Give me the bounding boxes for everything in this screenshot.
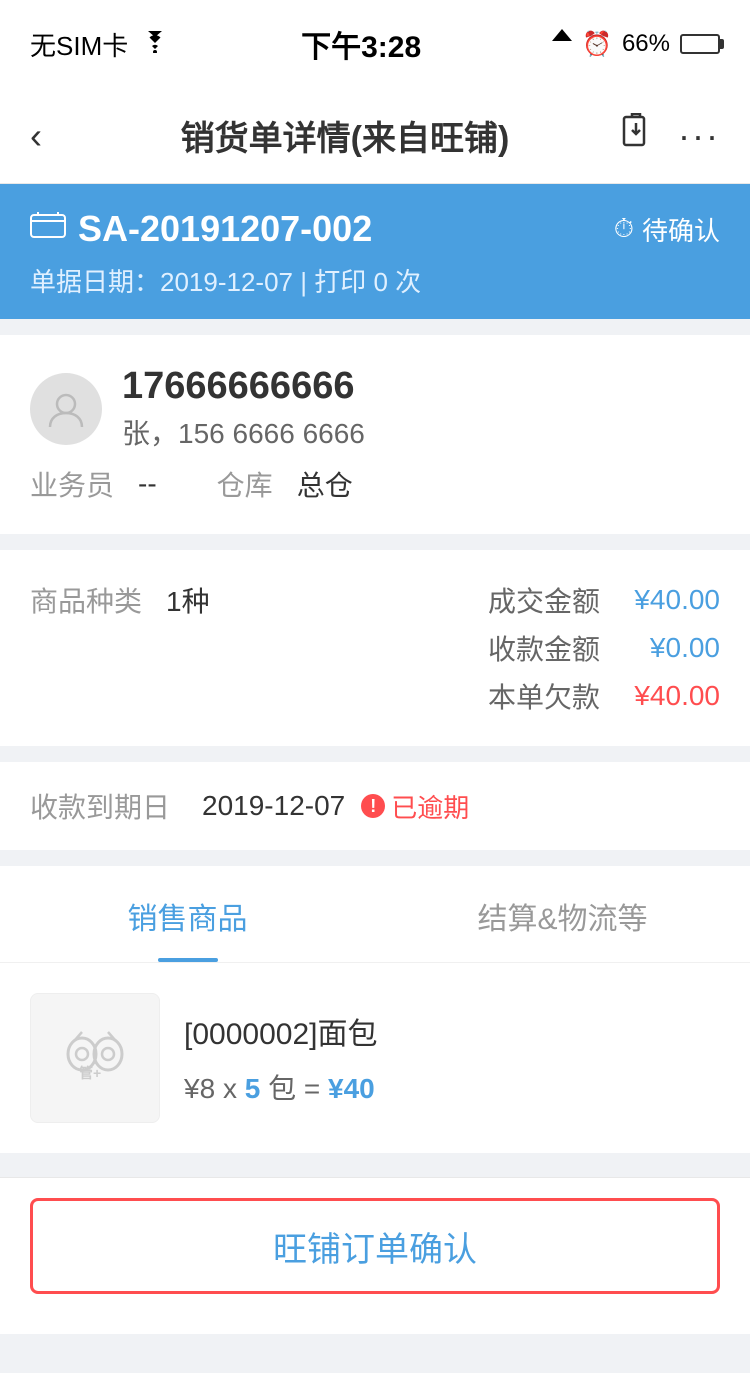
product-thumbnail: 管+ bbox=[30, 993, 160, 1123]
page-title: 销货单详情(来自旺铺) bbox=[90, 111, 600, 160]
overdue-badge: ! 已逾期 bbox=[361, 788, 469, 825]
product-total: ¥40 bbox=[328, 1073, 375, 1104]
type-label: 商品种类 bbox=[30, 580, 142, 620]
amount-value-1: ¥0.00 bbox=[620, 632, 720, 664]
warehouse-value: 总仓 bbox=[297, 464, 353, 504]
product-name: [0000002]面包 bbox=[184, 1009, 720, 1053]
product-info: [0000002]面包 ¥8 x 5 包 = ¥40 bbox=[184, 1009, 720, 1107]
order-icon bbox=[30, 208, 66, 250]
customer-meta: 业务员 -- 仓库 总仓 bbox=[30, 464, 720, 504]
status-text: 待确认 bbox=[642, 211, 720, 248]
amount-label-0: 成交金额 bbox=[488, 580, 600, 620]
nav-bar: ‹ 销货单详情(来自旺铺) ··· bbox=[0, 88, 750, 184]
summary-section: 商品种类 1种 成交金额 ¥40.00 收款金额 ¥0.00 本单欠款 ¥40.… bbox=[0, 550, 750, 746]
amount-value-2: ¥40.00 bbox=[620, 680, 720, 712]
product-quantity: 5 bbox=[245, 1073, 261, 1104]
product-item: 管+ [0000002]面包 ¥8 x 5 包 = ¥40 bbox=[0, 963, 750, 1153]
customer-top: 17666666666 张，156 6666 6666 bbox=[30, 365, 720, 452]
share-icon[interactable] bbox=[618, 113, 654, 158]
amount-label-1: 收款金额 bbox=[488, 628, 600, 668]
sales-value: -- bbox=[138, 468, 157, 500]
customer-section: 17666666666 张，156 6666 6666 业务员 -- 仓库 总仓 bbox=[0, 335, 750, 534]
tab-products[interactable]: 销售商品 bbox=[0, 866, 375, 962]
warehouse-meta: 仓库 总仓 bbox=[217, 464, 353, 504]
alarm-icon: ⏰ bbox=[582, 30, 612, 59]
status-left: 无SIM卡 bbox=[30, 26, 170, 63]
status-right: ⏰ 66% bbox=[552, 29, 720, 60]
order-header: SA-20191207-002 ⏱ 待确认 单据日期：2019-12-07 | … bbox=[0, 184, 750, 319]
confirm-order-button[interactable]: 旺铺订单确认 bbox=[30, 1198, 720, 1294]
product-thumb-logo: 管+ bbox=[60, 1026, 130, 1091]
tabs-section: 销售商品 结算&物流等 管+ bbox=[0, 866, 750, 1153]
product-thumb-inner: 管+ bbox=[60, 1026, 130, 1091]
tab-settlement[interactable]: 结算&物流等 bbox=[375, 866, 750, 962]
status-time: 下午3:28 bbox=[301, 22, 421, 66]
back-button[interactable]: ‹ bbox=[30, 115, 90, 157]
type-value: 1种 bbox=[166, 580, 210, 620]
order-date: 单据日期：2019-12-07 | 打印 0 次 bbox=[30, 262, 720, 299]
wifi-icon bbox=[140, 29, 170, 60]
amount-label-2: 本单欠款 bbox=[488, 676, 600, 716]
overdue-dot-icon: ! bbox=[361, 794, 385, 818]
avatar bbox=[30, 373, 102, 445]
amount-row-2: 本单欠款 ¥40.00 bbox=[488, 676, 720, 716]
due-label: 收款到期日 bbox=[30, 786, 170, 826]
sales-label: 业务员 bbox=[30, 464, 114, 504]
nav-actions: ··· bbox=[600, 113, 720, 158]
status-bar: 无SIM卡 下午3:28 ⏰ 66% bbox=[0, 0, 750, 88]
amount-row-1: 收款金额 ¥0.00 bbox=[488, 628, 720, 668]
overdue-text: 已逾期 bbox=[391, 788, 469, 825]
due-section: 收款到期日 2019-12-07 ! 已逾期 bbox=[0, 762, 750, 850]
location-icon bbox=[552, 29, 572, 60]
due-date: 2019-12-07 bbox=[202, 790, 345, 822]
more-icon[interactable]: ··· bbox=[678, 115, 720, 157]
customer-info: 17666666666 张，156 6666 6666 bbox=[122, 365, 365, 452]
status-clock-icon: ⏱ bbox=[614, 213, 634, 245]
bottom-button-area: 旺铺订单确认 bbox=[0, 1177, 750, 1334]
customer-name: 张，156 6666 6666 bbox=[122, 412, 365, 452]
carrier-text: 无SIM卡 bbox=[30, 26, 128, 63]
warehouse-label: 仓库 bbox=[217, 464, 273, 504]
order-id: SA-20191207-002 bbox=[30, 208, 372, 250]
summary-left: 商品种类 1种 bbox=[30, 580, 210, 620]
amount-row-0: 成交金额 ¥40.00 bbox=[488, 580, 720, 620]
battery-icon bbox=[680, 34, 720, 54]
summary-card: 商品种类 1种 成交金额 ¥40.00 收款金额 ¥0.00 本单欠款 ¥40.… bbox=[0, 550, 750, 746]
svg-text:管+: 管+ bbox=[79, 1065, 101, 1081]
order-status: ⏱ 待确认 bbox=[614, 211, 720, 248]
order-id-text: SA-20191207-002 bbox=[78, 208, 372, 250]
product-price: ¥8 x 5 包 = ¥40 bbox=[184, 1067, 720, 1107]
customer-card: 17666666666 张，156 6666 6666 业务员 -- 仓库 总仓 bbox=[0, 335, 750, 534]
customer-phone: 17666666666 bbox=[122, 365, 365, 408]
battery-text: 66% bbox=[622, 30, 670, 58]
amount-value-0: ¥40.00 bbox=[620, 584, 720, 616]
summary-right: 成交金额 ¥40.00 收款金额 ¥0.00 本单欠款 ¥40.00 bbox=[488, 580, 720, 716]
sales-meta: 业务员 -- bbox=[30, 464, 157, 504]
tabs-header: 销售商品 结算&物流等 bbox=[0, 866, 750, 963]
